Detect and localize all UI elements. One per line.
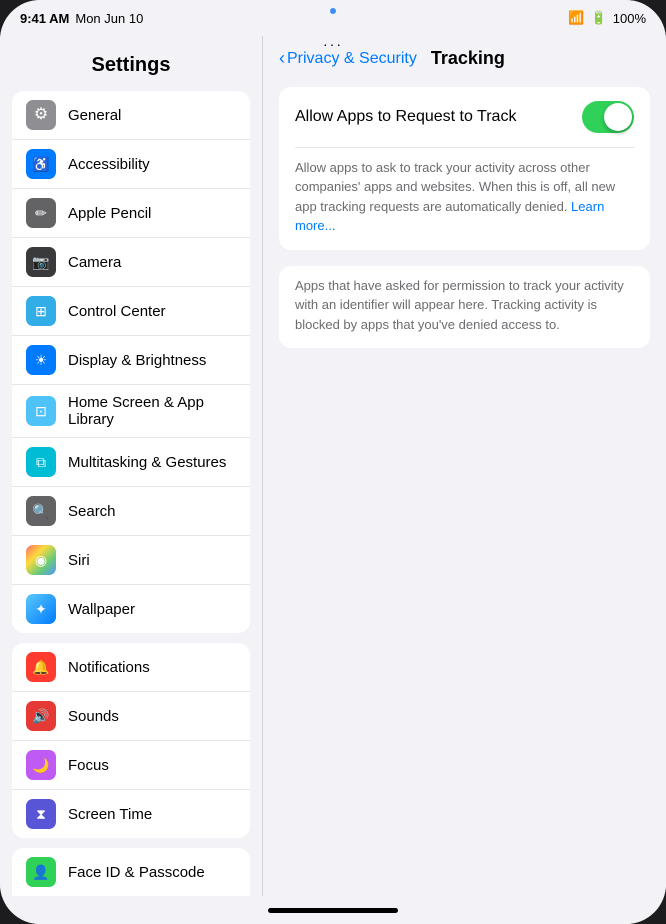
focus-icon: 🌙: [26, 750, 56, 780]
sidebar-item-search[interactable]: 🔍 Search: [12, 487, 250, 536]
notifications-icon: 🔔: [26, 652, 56, 682]
multitasking-label: Multitasking & Gestures: [68, 454, 226, 471]
siri-icon: ◉: [26, 545, 56, 575]
home-indicator: [0, 896, 666, 924]
toggle-row: Allow Apps to Request to Track: [279, 87, 650, 147]
sidebar-item-home-screen[interactable]: ⊡ Home Screen & App Library: [12, 385, 250, 438]
status-date: Mon Jun 10: [75, 11, 143, 26]
panel-content: Allow Apps to Request to Track Allow app…: [263, 79, 666, 896]
home-bar: [268, 908, 398, 913]
apple-pencil-label: Apple Pencil: [68, 205, 151, 222]
search-label: Search: [68, 503, 116, 520]
tracking-card: Allow Apps to Request to Track Allow app…: [279, 87, 650, 250]
apple-pencil-icon: ✏: [26, 198, 56, 228]
sidebar-item-sounds[interactable]: 🔊 Sounds: [12, 692, 250, 741]
accessibility-icon: ♿: [26, 149, 56, 179]
sidebar-item-camera[interactable]: 📷 Camera: [12, 238, 250, 287]
camera-icon: 📷: [26, 247, 56, 277]
sidebar-item-siri[interactable]: ◉ Siri: [12, 536, 250, 585]
sidebar: Settings ⚙ General ♿ Accessibility ✏ App…: [0, 36, 262, 896]
face-id-label: Face ID & Passcode: [68, 864, 205, 881]
sidebar-item-face-id[interactable]: 👤 Face ID & Passcode: [12, 848, 250, 896]
toggle-label: Allow Apps to Request to Track: [295, 108, 516, 126]
notifications-label: Notifications: [68, 659, 150, 676]
apps-description-text: Apps that have asked for permission to t…: [279, 266, 650, 349]
battery-icon: 🔋: [591, 10, 607, 26]
display-label: Display & Brightness: [68, 352, 206, 369]
learn-more-link[interactable]: Learn more...: [295, 199, 604, 234]
status-right: 📶 🔋 100%: [568, 10, 646, 26]
siri-label: Siri: [68, 552, 90, 569]
general-label: General: [68, 107, 121, 124]
display-icon: ☀: [26, 345, 56, 375]
allow-tracking-toggle[interactable]: [582, 101, 634, 133]
top-dot: [330, 8, 336, 14]
screen-time-icon: ⧗: [26, 799, 56, 829]
panel-title: Tracking: [431, 48, 505, 69]
search-icon: 🔍: [26, 496, 56, 526]
sidebar-item-screen-time[interactable]: ⧗ Screen Time: [12, 790, 250, 838]
back-button[interactable]: ‹ Privacy & Security: [279, 48, 417, 69]
sidebar-section-3: 👤 Face ID & Passcode 🤚 Privacy & Securit…: [12, 848, 250, 896]
sidebar-item-multitasking[interactable]: ⧉ Multitasking & Gestures: [12, 438, 250, 487]
sidebar-item-apple-pencil[interactable]: ✏ Apple Pencil: [12, 189, 250, 238]
camera-label: Camera: [68, 254, 121, 271]
dots-menu: ···: [323, 36, 343, 52]
control-center-icon: ⊞: [26, 296, 56, 326]
wallpaper-label: Wallpaper: [68, 601, 135, 618]
wifi-icon: 📶: [568, 10, 584, 26]
multitasking-icon: ⧉: [26, 447, 56, 477]
face-id-icon: 👤: [26, 857, 56, 887]
sidebar-title: Settings: [0, 46, 262, 91]
screen-time-label: Screen Time: [68, 806, 152, 823]
tracking-description-1: Allow apps to ask to track your activity…: [279, 148, 650, 250]
toggle-knob: [604, 103, 632, 131]
home-screen-icon: ⊡: [26, 396, 56, 426]
sidebar-item-notifications[interactable]: 🔔 Notifications: [12, 643, 250, 692]
sidebar-item-accessibility[interactable]: ♿ Accessibility: [12, 140, 250, 189]
status-time: 9:41 AM: [20, 11, 69, 26]
home-screen-label: Home Screen & App Library: [68, 394, 236, 428]
sidebar-item-general[interactable]: ⚙ General: [12, 91, 250, 140]
apps-description-card: Apps that have asked for permission to t…: [279, 266, 650, 349]
right-panel: ‹ Privacy & Security Tracking Allow Apps…: [263, 36, 666, 896]
sidebar-section-2: 🔔 Notifications 🔊 Sounds 🌙 Focus ⧗ Scree…: [12, 643, 250, 838]
wallpaper-icon: ✦: [26, 594, 56, 624]
focus-label: Focus: [68, 757, 109, 774]
sounds-label: Sounds: [68, 708, 119, 725]
sidebar-item-wallpaper[interactable]: ✦ Wallpaper: [12, 585, 250, 633]
back-label[interactable]: Privacy & Security: [287, 50, 417, 68]
sidebar-item-focus[interactable]: 🌙 Focus: [12, 741, 250, 790]
sidebar-item-control-center[interactable]: ⊞ Control Center: [12, 287, 250, 336]
control-center-label: Control Center: [68, 303, 166, 320]
sidebar-item-display[interactable]: ☀ Display & Brightness: [12, 336, 250, 385]
back-chevron-icon: ‹: [279, 48, 285, 69]
sounds-icon: 🔊: [26, 701, 56, 731]
sidebar-section-1: ⚙ General ♿ Accessibility ✏ Apple Pencil…: [12, 91, 250, 633]
main-layout: Settings ⚙ General ♿ Accessibility ✏ App…: [0, 36, 666, 896]
accessibility-label: Accessibility: [68, 156, 150, 173]
status-bar: 9:41 AM Mon Jun 10 📶 🔋 100%: [0, 0, 666, 36]
battery-text: 100%: [613, 11, 646, 26]
general-icon: ⚙: [26, 100, 56, 130]
